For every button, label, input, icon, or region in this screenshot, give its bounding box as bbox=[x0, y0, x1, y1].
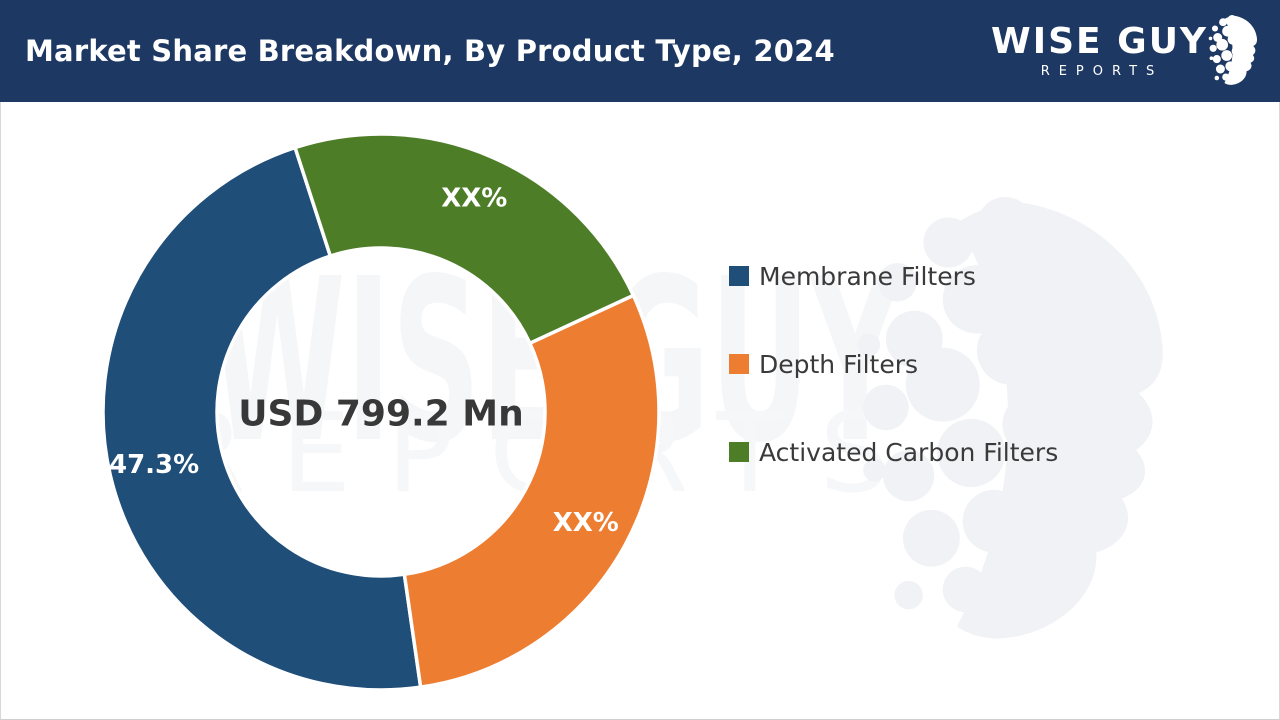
slice-percent-label: XX% bbox=[441, 184, 507, 214]
legend-item: Activated Carbon Filters bbox=[729, 437, 1058, 467]
wiseguy-logo: WISE GUY REPORTS bbox=[991, 11, 1260, 91]
chart-legend: Membrane Filters Depth Filters Activated C… bbox=[729, 261, 1058, 525]
face-profile-icon bbox=[1208, 15, 1258, 85]
legend-label: Activated Carbon Filters bbox=[759, 437, 1059, 467]
slice-percent-label: 47.3% bbox=[109, 450, 199, 480]
donut-chart: 47.3% XX% XX% USD 799.2 Mn bbox=[101, 132, 661, 692]
donut-slice-depth-filters bbox=[402, 293, 661, 689]
legend-item: Depth Filters bbox=[729, 349, 1058, 379]
legend-swatch bbox=[729, 266, 749, 286]
infographic-page: Market Share Breakdown, By Product Type,… bbox=[0, 0, 1280, 720]
chart-area: WISE GUY REPORTS 47.3%XX%XX%USD 799.2 Mn… bbox=[0, 102, 1280, 720]
legend-swatch bbox=[729, 354, 749, 374]
legend-label: Depth Filters bbox=[759, 349, 919, 379]
legend-swatch bbox=[729, 442, 749, 462]
page-title: Market Share Breakdown, By Product Type,… bbox=[25, 34, 835, 68]
slice-percent-label: XX% bbox=[553, 508, 619, 538]
header-bar: Market Share Breakdown, By Product Type,… bbox=[0, 0, 1280, 102]
legend-label: Membrane Filters bbox=[759, 261, 976, 291]
logo-subtitle-text: REPORTS bbox=[1040, 63, 1164, 79]
legend-item: Membrane Filters bbox=[729, 261, 1058, 291]
logo-brand-text: WISE GUY bbox=[990, 20, 1208, 62]
donut-slice-activated-carbon-filters bbox=[293, 132, 636, 345]
logo-wordmark: WISE GUY REPORTS bbox=[990, 20, 1208, 79]
donut-center-value: USD 799.2 Mn bbox=[238, 394, 523, 435]
